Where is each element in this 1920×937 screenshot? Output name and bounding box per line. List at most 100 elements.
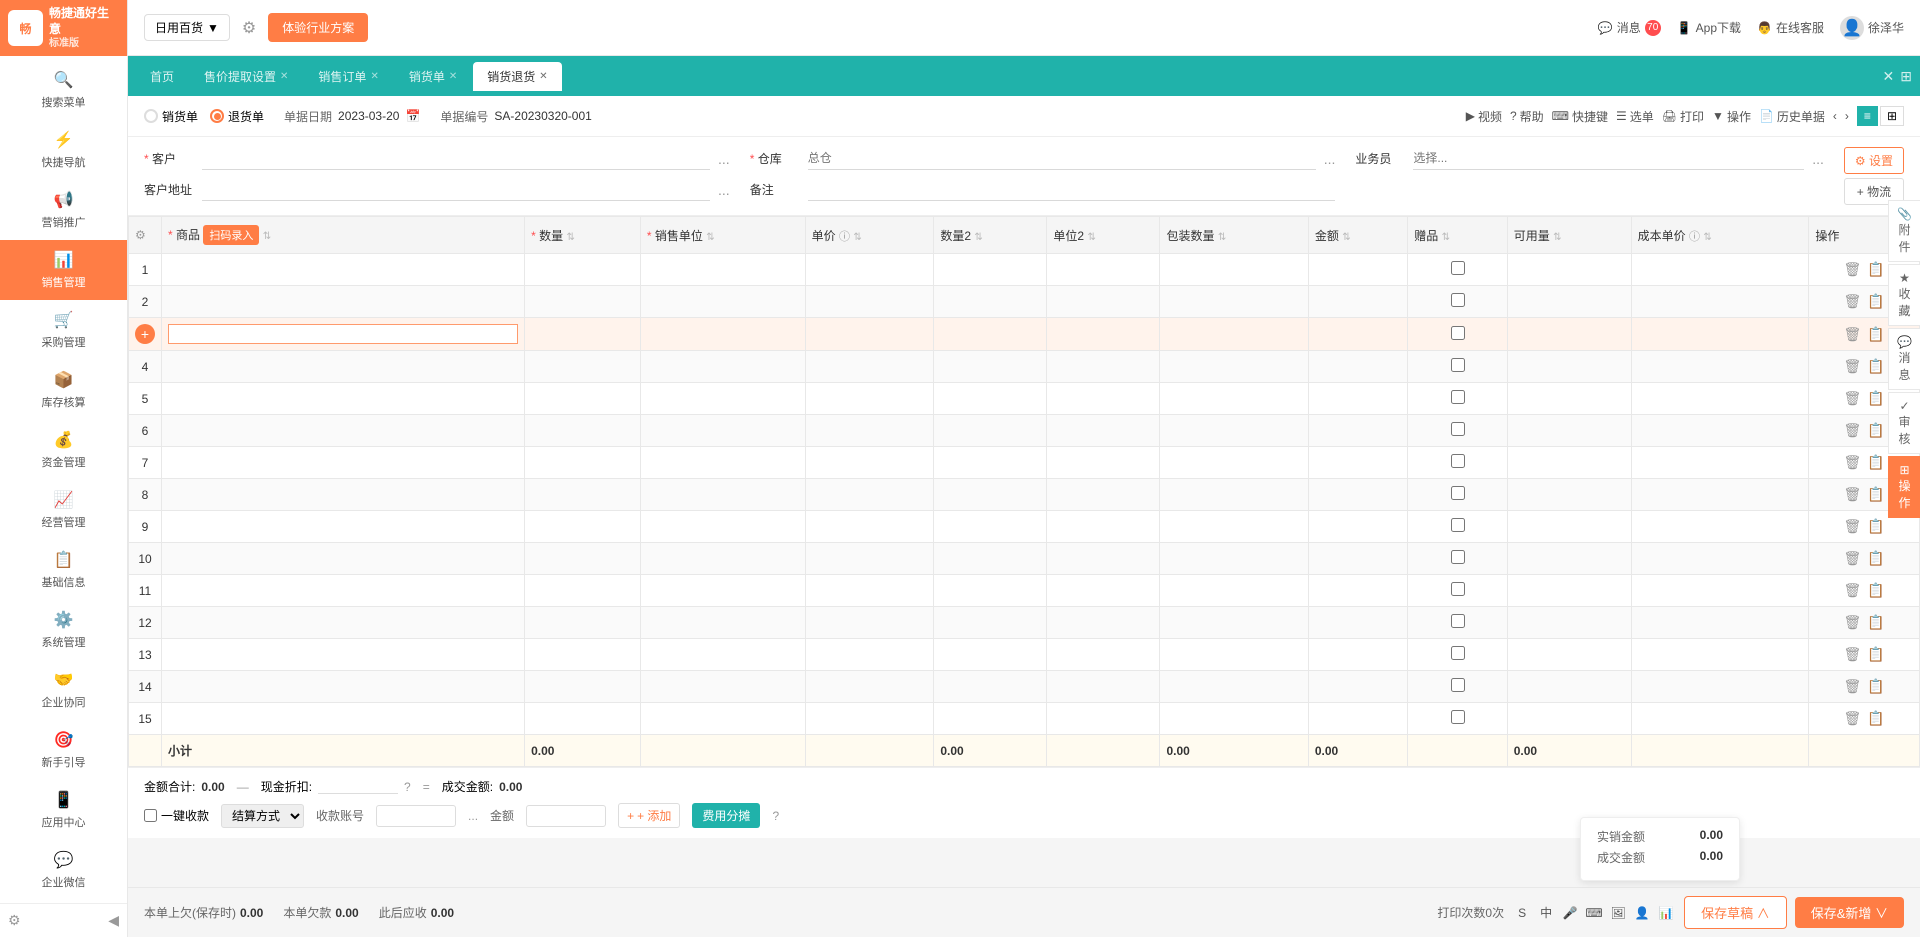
delete-row-9-icon[interactable]: 🗑 [1844, 518, 1862, 535]
tab-sales-order[interactable]: 销售订单 ✕ [304, 62, 392, 91]
sidebar-item-purchase[interactable]: 🛒 采购管理 [0, 300, 127, 360]
fee-help-icon[interactable]: ? [772, 809, 779, 823]
select-btn[interactable]: ☰ 选单 [1616, 108, 1654, 125]
gift-checkbox-13[interactable] [1451, 646, 1465, 660]
delete-row-8-icon[interactable]: 🗑 [1844, 486, 1862, 503]
tab-close-sale-bill[interactable]: ✕ [449, 71, 457, 82]
sort-unit2-icon[interactable]: ⇅ [1087, 232, 1095, 243]
tab-grid-icon[interactable]: ⊞ [1900, 68, 1912, 85]
sidebar-item-wechat[interactable]: 💬 企业微信 [0, 840, 127, 900]
customer-input[interactable] [202, 147, 710, 170]
delete-row-5-icon[interactable]: 🗑 [1844, 390, 1862, 407]
sidebar-item-inventory[interactable]: 📦 库存核算 [0, 360, 127, 420]
delete-row-14-icon[interactable]: 🗑 [1844, 678, 1862, 695]
operate-btn[interactable]: ▼ 操作 [1712, 108, 1751, 125]
warehouse-input[interactable] [808, 147, 1316, 170]
copy-row-8-icon[interactable]: 📋 [1867, 486, 1884, 503]
warehouse-more-icon[interactable]: ... [1324, 151, 1336, 167]
gift-checkbox-3[interactable] [1451, 326, 1465, 340]
delete-row-2-icon[interactable]: 🗑 [1844, 293, 1862, 310]
sort-unit-icon[interactable]: ⇅ [706, 232, 714, 243]
radio-return[interactable]: 退货单 [210, 108, 264, 125]
video-btn[interactable]: ▶ 视频 [1466, 108, 1502, 125]
discount-input[interactable] [318, 779, 398, 794]
tool-mic-icon[interactable]: 🎤 [1560, 903, 1580, 923]
history-btn[interactable]: 📄 历史单据 [1759, 108, 1825, 125]
sort-pack-icon[interactable]: ⇅ [1218, 232, 1226, 243]
sort-qty2-icon[interactable]: ⇅ [974, 232, 982, 243]
copy-row-15-icon[interactable]: 📋 [1867, 710, 1884, 727]
print-btn[interactable]: 🖨 打印 [1662, 108, 1704, 125]
copy-row-14-icon[interactable]: 📋 [1867, 678, 1884, 695]
copy-row-10-icon[interactable]: 📋 [1867, 550, 1884, 567]
gift-checkbox-15[interactable] [1451, 710, 1465, 724]
tab-home[interactable]: 首页 [136, 62, 188, 91]
user-profile-action[interactable]: 👤 徐泽华 [1840, 16, 1904, 40]
remark-input[interactable] [808, 178, 1336, 201]
gift-checkbox-10[interactable] [1451, 550, 1465, 564]
cost-info-icon[interactable]: ⓘ [1689, 231, 1700, 243]
copy-row-9-icon[interactable]: 📋 [1867, 518, 1884, 535]
sort-amount-icon[interactable]: ⇅ [1342, 232, 1350, 243]
radio-sale[interactable]: 销货单 [144, 108, 198, 125]
sort-qty-icon[interactable]: ⇅ [566, 232, 574, 243]
sidebar-item-basic[interactable]: 📋 基础信息 [0, 540, 127, 600]
sidebar-item-guide[interactable]: 🎯 新手引导 [0, 720, 127, 780]
header-settings-icon[interactable]: ⚙ [242, 18, 256, 38]
sort-cost-icon[interactable]: ⇅ [1703, 232, 1711, 243]
nav-selector[interactable]: 日用百货 ▼ [144, 14, 230, 41]
sidebar-item-sales[interactable]: 📊 销售管理 [0, 240, 127, 300]
gift-checkbox-8[interactable] [1451, 486, 1465, 500]
gear-icon[interactable]: ⚙ [135, 228, 146, 242]
tab-close-sale-return[interactable]: ✕ [539, 71, 547, 82]
help-btn[interactable]: ? 帮助 [1510, 108, 1544, 125]
float-btn-3[interactable]: 💬 消息 [1888, 328, 1920, 390]
delete-row-10-icon[interactable]: 🗑 [1844, 550, 1862, 567]
tool-img-icon[interactable]: 🖼 [1608, 903, 1628, 923]
delete-row-3-icon[interactable]: 🗑 [1844, 326, 1862, 343]
salesperson-more-icon[interactable]: ... [1812, 151, 1824, 167]
scan-button[interactable]: 扫码录入 [203, 225, 259, 245]
address-more-icon[interactable]: ... [718, 182, 730, 198]
delete-row-6-icon[interactable]: 🗑 [1844, 422, 1862, 439]
list-view-btn[interactable]: ≡ [1857, 106, 1878, 126]
copy-row-7-icon[interactable]: 📋 [1867, 454, 1884, 471]
sort-gift-icon[interactable]: ⇅ [1442, 232, 1450, 243]
sidebar-item-operation[interactable]: 📈 经营管理 [0, 480, 127, 540]
tool-person-icon[interactable]: 👤 [1632, 903, 1652, 923]
sidebar-item-enterprise[interactable]: 🤝 企业协同 [0, 660, 127, 720]
delete-row-12-icon[interactable]: 🗑 [1844, 614, 1862, 631]
copy-row-6-icon[interactable]: 📋 [1867, 422, 1884, 439]
settings-side-btn[interactable]: ⚙ 设置 [1844, 147, 1904, 174]
copy-row-13-icon[interactable]: 📋 [1867, 646, 1884, 663]
sidebar-item-marketing[interactable]: 📢 营销推广 [0, 180, 127, 240]
payment-checkbox-label[interactable]: 一键收款 [144, 807, 209, 824]
calendar-icon[interactable]: 📅 [405, 109, 420, 123]
fee-split-button[interactable]: 费用分摊 [692, 803, 760, 828]
message-action[interactable]: 💬 消息 70 [1598, 19, 1661, 36]
float-btn-5[interactable]: ⊞ 操作 [1888, 456, 1920, 518]
copy-row-2-icon[interactable]: 📋 [1867, 293, 1884, 310]
settle-method-select[interactable]: 结算方式 [221, 804, 304, 828]
gift-checkbox-5[interactable] [1451, 390, 1465, 404]
account-input[interactable] [376, 805, 456, 827]
tab-close-price[interactable]: ✕ [280, 71, 288, 82]
tab-close-all-icon[interactable]: ✕ [1883, 68, 1895, 85]
sidebar-item-system[interactable]: ⚙️ 系统管理 [0, 600, 127, 660]
delete-row-7-icon[interactable]: 🗑 [1844, 454, 1862, 471]
float-btn-4[interactable]: ✓ 审核 [1888, 392, 1920, 454]
payment-checkbox[interactable] [144, 809, 157, 822]
copy-row-5-icon[interactable]: 📋 [1867, 390, 1884, 407]
delete-row-11-icon[interactable]: 🗑 [1844, 582, 1862, 599]
gift-checkbox-1[interactable] [1451, 261, 1465, 275]
float-btn-1[interactable]: 📎 附件 [1888, 200, 1920, 262]
gift-checkbox-6[interactable] [1451, 422, 1465, 436]
delete-row-13-icon[interactable]: 🗑 [1844, 646, 1862, 663]
app-download-action[interactable]: 📱 App下载 [1677, 19, 1741, 36]
experience-button[interactable]: 体验行业方案 [268, 13, 368, 42]
gift-checkbox-4[interactable] [1451, 358, 1465, 372]
copy-row-3-icon[interactable]: 📋 [1867, 326, 1884, 343]
salesperson-input[interactable] [1413, 147, 1804, 170]
add-row-button[interactable]: + [135, 324, 155, 344]
sort-product-icon[interactable]: ⇅ [263, 231, 271, 242]
